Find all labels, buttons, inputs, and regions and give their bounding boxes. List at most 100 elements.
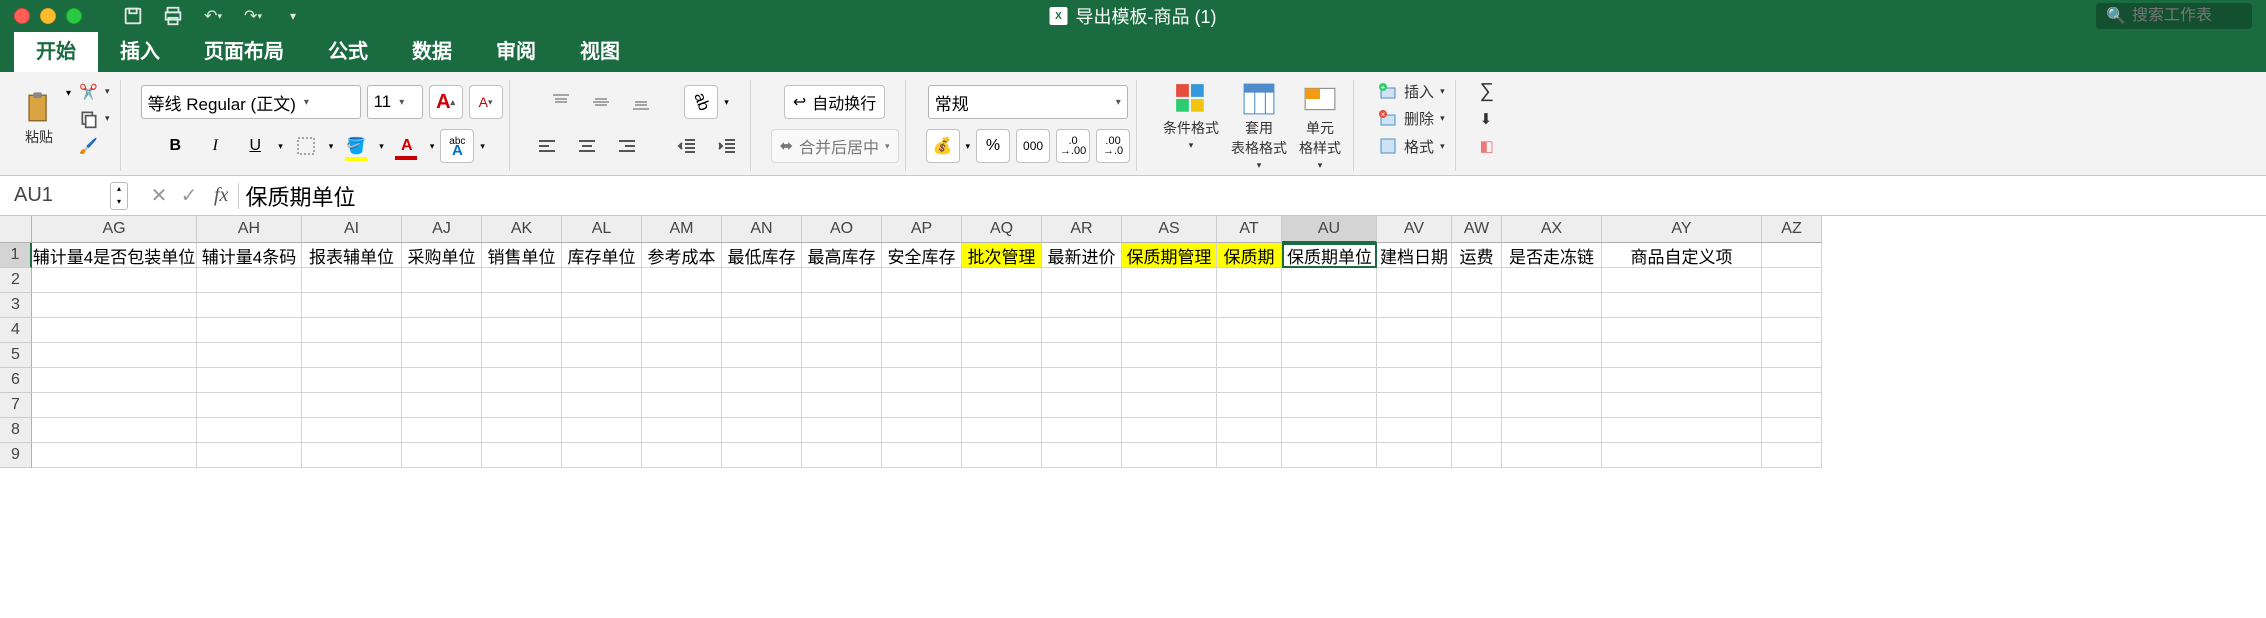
cell-AI7[interactable] [302,393,402,418]
cell-AT1[interactable]: 保质期 [1217,243,1282,268]
cell-AT7[interactable] [1217,393,1282,418]
formula-input[interactable]: 保质期单位 [239,180,2266,212]
fill-color-caret[interactable]: ▾ [379,141,384,152]
select-all-corner[interactable] [0,216,32,243]
cell-AQ2[interactable] [962,268,1042,293]
cell-AT6[interactable] [1217,368,1282,393]
cell-AS4[interactable] [1122,318,1217,343]
cell-AY2[interactable] [1602,268,1762,293]
align-right-button[interactable] [610,129,644,163]
cell-AG5[interactable] [32,343,197,368]
cell-AW7[interactable] [1452,393,1502,418]
cell-AT4[interactable] [1217,318,1282,343]
tab-公式[interactable]: 公式 [306,27,390,72]
column-header-AM[interactable]: AM [642,216,722,243]
cell-AV4[interactable] [1377,318,1452,343]
align-top-button[interactable] [544,85,578,119]
cell-AJ4[interactable] [402,318,482,343]
cell-AG4[interactable] [32,318,197,343]
cell-AT3[interactable] [1217,293,1282,318]
paste-dropdown-caret[interactable]: ▾ [66,88,71,99]
cell-AN8[interactable] [722,418,802,443]
cell-AR2[interactable] [1042,268,1122,293]
cell-AU6[interactable] [1282,368,1377,393]
cell-AI5[interactable] [302,343,402,368]
cell-AP6[interactable] [882,368,962,393]
name-box-stepper[interactable]: ▴▾ [110,182,128,210]
cell-AQ7[interactable] [962,393,1042,418]
format-table-button[interactable]: 套用 表格格式▾ [1225,80,1293,173]
cell-styles-button[interactable]: 单元 格样式▾ [1293,80,1347,173]
cell-AK3[interactable] [482,293,562,318]
cell-AX5[interactable] [1502,343,1602,368]
cell-AQ1[interactable]: 批次管理 [962,243,1042,268]
cell-AH8[interactable] [197,418,302,443]
cell-AS9[interactable] [1122,443,1217,468]
column-header-AP[interactable]: AP [882,216,962,243]
orientation-button[interactable]: ab [684,85,718,119]
comma-button[interactable]: 000 [1016,129,1050,163]
minimize-window-button[interactable] [40,8,56,24]
row-header-4[interactable]: 4 [0,318,32,343]
decrease-indent-button[interactable] [670,129,704,163]
cell-AL9[interactable] [562,443,642,468]
cell-AW8[interactable] [1452,418,1502,443]
maximize-window-button[interactable] [66,8,82,24]
column-header-AT[interactable]: AT [1217,216,1282,243]
cell-AH3[interactable] [197,293,302,318]
cell-AJ5[interactable] [402,343,482,368]
decrease-decimal-button[interactable]: .00→.0 [1096,129,1130,163]
cell-AO3[interactable] [802,293,882,318]
cell-AU8[interactable] [1282,418,1377,443]
cell-AP3[interactable] [882,293,962,318]
cell-AV7[interactable] [1377,393,1452,418]
row-header-2[interactable]: 2 [0,268,32,293]
row-header-5[interactable]: 5 [0,343,32,368]
cell-AH9[interactable] [197,443,302,468]
cell-AG7[interactable] [32,393,197,418]
cell-AZ2[interactable] [1762,268,1822,293]
cell-AV8[interactable] [1377,418,1452,443]
cell-AX7[interactable] [1502,393,1602,418]
cell-AX2[interactable] [1502,268,1602,293]
column-header-AU[interactable]: AU [1282,216,1377,243]
cell-AU3[interactable] [1282,293,1377,318]
wrap-text-button[interactable]: ↩自动换行 [784,85,885,119]
cell-AY9[interactable] [1602,443,1762,468]
cell-AJ8[interactable] [402,418,482,443]
name-box[interactable]: AU1 [0,184,110,207]
cell-AN6[interactable] [722,368,802,393]
cell-AM9[interactable] [642,443,722,468]
cell-AP9[interactable] [882,443,962,468]
row-header-6[interactable]: 6 [0,368,32,393]
cell-AI1[interactable]: 报表辅单位 [302,243,402,268]
cell-AZ5[interactable] [1762,343,1822,368]
redo-icon[interactable]: ↷ ▾ [242,5,264,27]
cell-AJ1[interactable]: 采购单位 [402,243,482,268]
column-header-AY[interactable]: AY [1602,216,1762,243]
undo-icon[interactable]: ↶ ▾ [202,5,224,27]
cell-AM2[interactable] [642,268,722,293]
cell-AR4[interactable] [1042,318,1122,343]
cell-AX9[interactable] [1502,443,1602,468]
cell-AR3[interactable] [1042,293,1122,318]
cell-AO1[interactable]: 最高库存 [802,243,882,268]
cell-AH7[interactable] [197,393,302,418]
increase-decimal-button[interactable]: .0→.00 [1056,129,1090,163]
cell-AT2[interactable] [1217,268,1282,293]
cell-AJ9[interactable] [402,443,482,468]
column-header-AI[interactable]: AI [302,216,402,243]
cell-AL1[interactable]: 库存单位 [562,243,642,268]
cell-AT5[interactable] [1217,343,1282,368]
clear-button[interactable]: ◧ [1476,135,1498,158]
cell-AQ4[interactable] [962,318,1042,343]
cell-AH5[interactable] [197,343,302,368]
tab-视图[interactable]: 视图 [558,27,642,72]
cut-button[interactable]: ✂️▾ [75,80,114,103]
cell-AN9[interactable] [722,443,802,468]
column-header-AH[interactable]: AH [197,216,302,243]
cell-AJ6[interactable] [402,368,482,393]
row-header-7[interactable]: 7 [0,393,32,418]
cell-AW6[interactable] [1452,368,1502,393]
cell-AG9[interactable] [32,443,197,468]
